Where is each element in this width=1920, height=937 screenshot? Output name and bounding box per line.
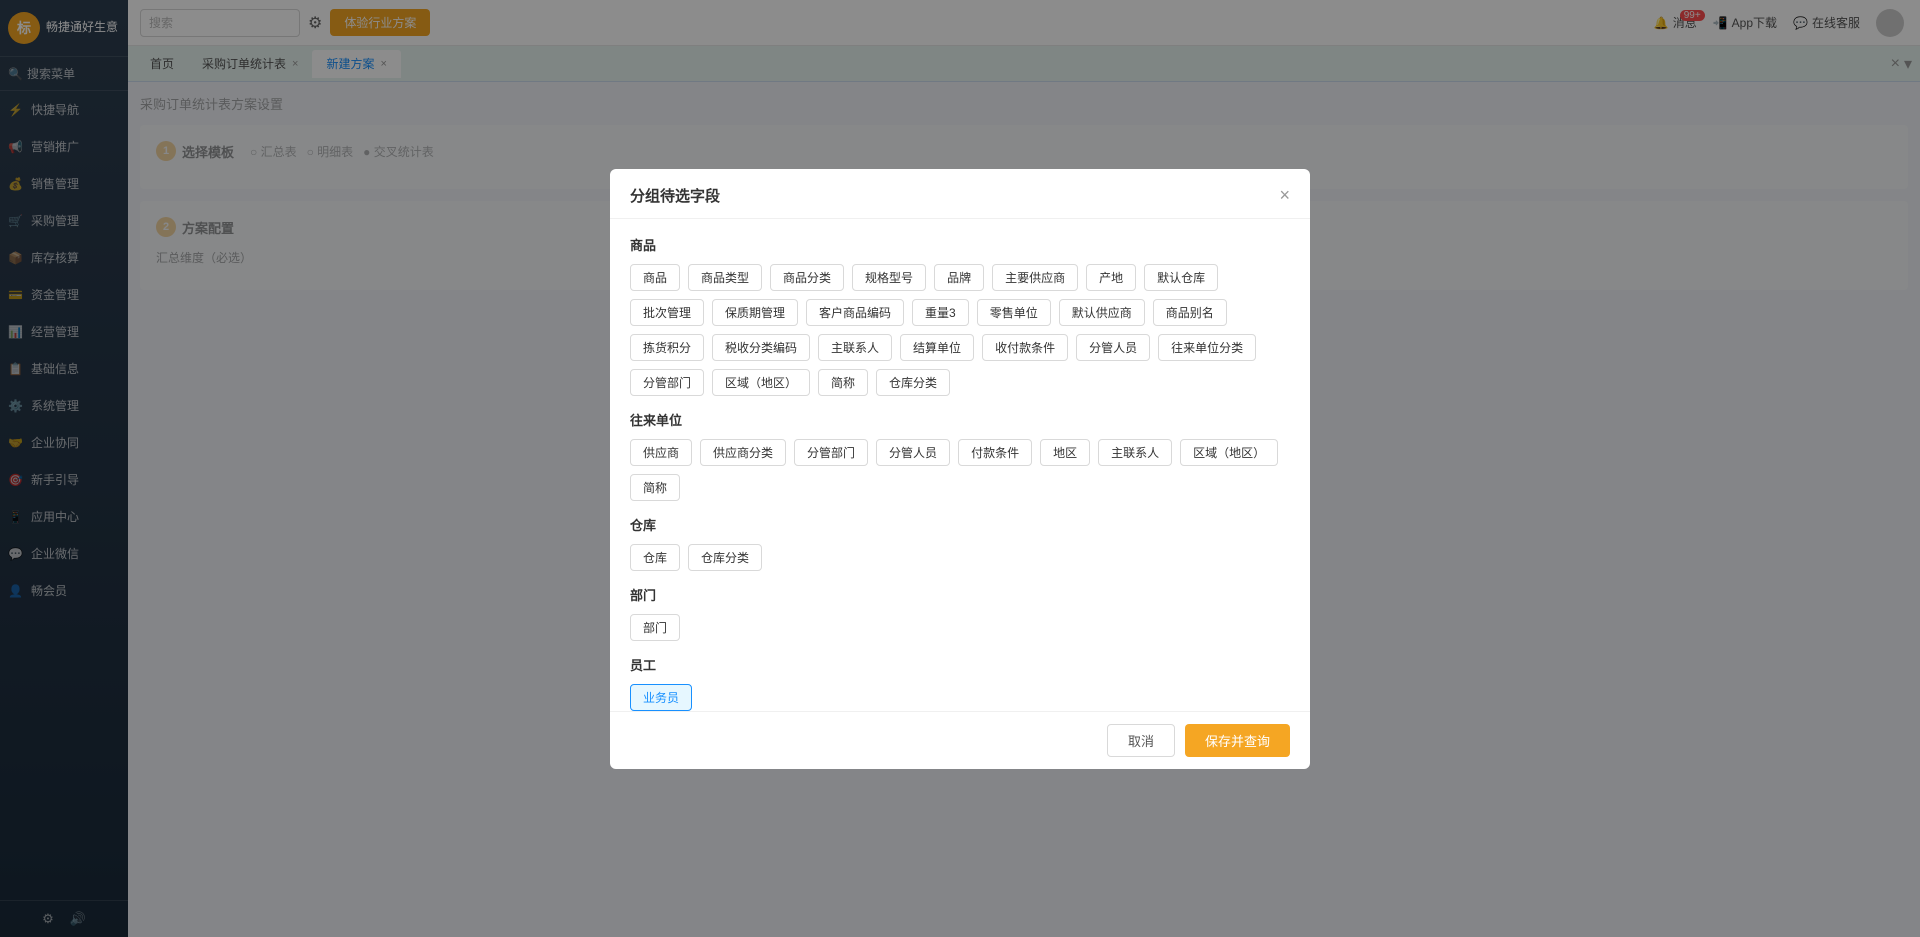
field-tag[interactable]: 商品 <box>630 264 680 291</box>
field-tag[interactable]: 商品类型 <box>688 264 762 291</box>
field-tag[interactable]: 分管人员 <box>1076 334 1150 361</box>
field-tag[interactable]: 分管人员 <box>876 439 950 466</box>
department-field-grid: 部门 <box>630 614 1290 641</box>
cancel-button[interactable]: 取消 <box>1107 724 1175 757</box>
field-tag[interactable]: 主联系人 <box>1098 439 1172 466</box>
field-tag[interactable]: 规格型号 <box>852 264 926 291</box>
field-tag[interactable]: 商品分类 <box>770 264 844 291</box>
field-tag[interactable]: 区域（地区） <box>1180 439 1278 466</box>
modal-footer: 取消 保存并查询 <box>610 711 1310 769</box>
field-tag[interactable]: 默认供应商 <box>1059 299 1145 326</box>
section-warehouse-label: 仓库 <box>630 515 1290 534</box>
field-tag[interactable]: 供应商分类 <box>700 439 786 466</box>
field-tag[interactable]: 零售单位 <box>977 299 1051 326</box>
field-tag[interactable]: 重量3 <box>912 299 969 326</box>
modal-close-button[interactable]: × <box>1279 185 1290 206</box>
field-tag[interactable]: 默认仓库 <box>1144 264 1218 291</box>
field-tag[interactable]: 供应商 <box>630 439 692 466</box>
field-tag[interactable]: 产地 <box>1086 264 1136 291</box>
partner-field-grid: 供应商供应商分类分管部门分管人员付款条件地区主联系人区域（地区） 简称 <box>630 439 1290 501</box>
field-tag[interactable]: 结算单位 <box>900 334 974 361</box>
confirm-button[interactable]: 保存并查询 <box>1185 724 1290 757</box>
field-tag[interactable]: 主联系人 <box>818 334 892 361</box>
field-select-modal: 分组待选字段 × 商品 商品商品类型商品分类规格型号品牌主要供应商产地默认仓库批… <box>610 169 1310 769</box>
field-tag[interactable]: 仓库 <box>630 544 680 571</box>
field-tag[interactable]: 批次管理 <box>630 299 704 326</box>
product-field-grid: 商品商品类型商品分类规格型号品牌主要供应商产地默认仓库批次管理保质期管理客户商品… <box>630 264 1290 396</box>
section-department-label: 部门 <box>630 585 1290 604</box>
field-tag[interactable]: 区域（地区） <box>712 369 810 396</box>
field-tag[interactable]: 简称 <box>818 369 868 396</box>
field-tag[interactable]: 简称 <box>630 474 680 501</box>
field-tag[interactable]: 分管部门 <box>630 369 704 396</box>
section-employee-label: 员工 <box>630 655 1290 674</box>
field-tag[interactable]: 客户商品编码 <box>806 299 904 326</box>
field-tag[interactable]: 主要供应商 <box>992 264 1078 291</box>
field-tag[interactable]: 保质期管理 <box>712 299 798 326</box>
field-tag[interactable]: 收付款条件 <box>982 334 1068 361</box>
field-tag[interactable]: 仓库分类 <box>876 369 950 396</box>
warehouse-field-grid: 仓库仓库分类 <box>630 544 1290 571</box>
field-tag[interactable]: 品牌 <box>934 264 984 291</box>
modal-title: 分组待选字段 <box>630 185 720 206</box>
section-product-label: 商品 <box>630 235 1290 254</box>
modal-body: 商品 商品商品类型商品分类规格型号品牌主要供应商产地默认仓库批次管理保质期管理客… <box>610 219 1310 711</box>
field-tag[interactable]: 往来单位分类 <box>1158 334 1256 361</box>
field-tag[interactable]: 付款条件 <box>958 439 1032 466</box>
field-tag[interactable]: 拣货积分 <box>630 334 704 361</box>
field-tag[interactable]: 商品别名 <box>1153 299 1227 326</box>
field-tag[interactable]: 税收分类编码 <box>712 334 810 361</box>
field-tag[interactable]: 业务员 <box>630 684 692 711</box>
modal-overlay: 分组待选字段 × 商品 商品商品类型商品分类规格型号品牌主要供应商产地默认仓库批… <box>0 0 1920 937</box>
modal-header: 分组待选字段 × <box>610 169 1310 219</box>
section-partner-label: 往来单位 <box>630 410 1290 429</box>
field-tag[interactable]: 部门 <box>630 614 680 641</box>
field-tag[interactable]: 仓库分类 <box>688 544 762 571</box>
field-tag[interactable]: 地区 <box>1040 439 1090 466</box>
field-tag[interactable]: 分管部门 <box>794 439 868 466</box>
employee-field-grid: 业务员 <box>630 684 1290 711</box>
